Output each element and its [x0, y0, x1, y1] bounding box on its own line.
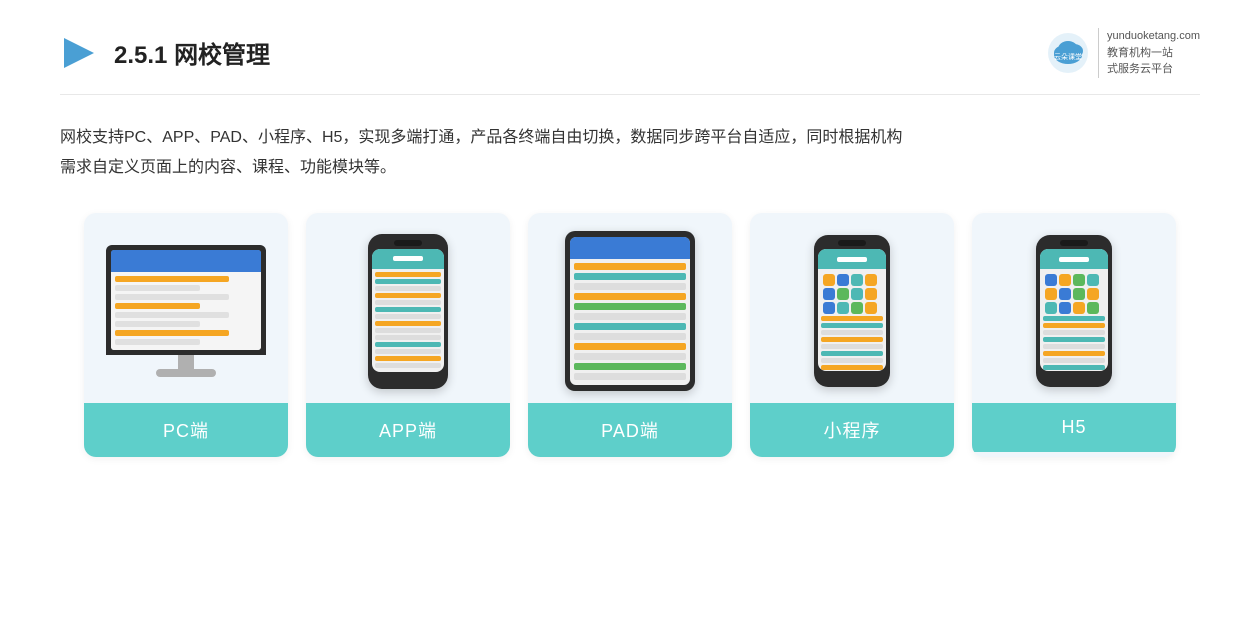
phone-mockup-app — [368, 234, 448, 389]
tablet-mockup — [565, 231, 695, 391]
card-app: APP端 — [306, 213, 510, 457]
device-pad — [528, 213, 732, 403]
section-number: 2.5.1 — [114, 42, 167, 69]
svg-text:云朵课堂: 云朵课堂 — [1054, 52, 1082, 61]
card-label-pad: PAD端 — [528, 403, 732, 457]
page-title: 2.5.1 网校管理 — [114, 35, 270, 70]
card-pad: PAD端 — [528, 213, 732, 457]
logo-site: yunduoketang.com — [1107, 28, 1200, 45]
description-block: 网校支持PC、APP、PAD、小程序、H5，实现多端打通，产品各终端自由切换，数… — [60, 123, 1200, 184]
cards-grid: PC端 — [60, 213, 1200, 457]
title-text: 网校管理 — [174, 42, 270, 69]
card-label-pc: PC端 — [84, 403, 288, 457]
page: 2.5.1 网校管理 云朵课堂 yunduoketang.com 教育机构一站 … — [0, 0, 1260, 630]
logo-tagline1: 教育机构一站 — [1107, 45, 1200, 62]
page-header: 2.5.1 网校管理 云朵课堂 yunduoketang.com 教育机构一站 … — [60, 28, 1200, 95]
monitor-mockup — [106, 245, 266, 377]
phone-mockup-mini — [814, 235, 890, 387]
logo-area: 云朵课堂 yunduoketang.com 教育机构一站 式服务云平台 — [1046, 28, 1200, 78]
cloud-logo-icon: 云朵课堂 — [1046, 31, 1090, 75]
section-icon — [60, 34, 98, 72]
card-h5: H5 — [972, 213, 1176, 457]
card-label-h5: H5 — [972, 403, 1176, 452]
device-h5 — [972, 213, 1176, 403]
logo-text: yunduoketang.com 教育机构一站 式服务云平台 — [1098, 28, 1200, 78]
device-miniprogram — [750, 213, 954, 403]
description-line2: 需求自定义页面上的内容、课程、功能模块等。 — [60, 153, 1200, 183]
logo-tagline2: 式服务云平台 — [1107, 61, 1200, 78]
phone-mockup-h5 — [1036, 235, 1112, 387]
card-label-miniprogram: 小程序 — [750, 403, 954, 457]
device-app — [306, 213, 510, 403]
device-pc — [84, 213, 288, 403]
card-pc: PC端 — [84, 213, 288, 457]
header-left: 2.5.1 网校管理 — [60, 34, 270, 72]
card-label-app: APP端 — [306, 403, 510, 457]
card-miniprogram: 小程序 — [750, 213, 954, 457]
description-line1: 网校支持PC、APP、PAD、小程序、H5，实现多端打通，产品各终端自由切换，数… — [60, 123, 1200, 153]
